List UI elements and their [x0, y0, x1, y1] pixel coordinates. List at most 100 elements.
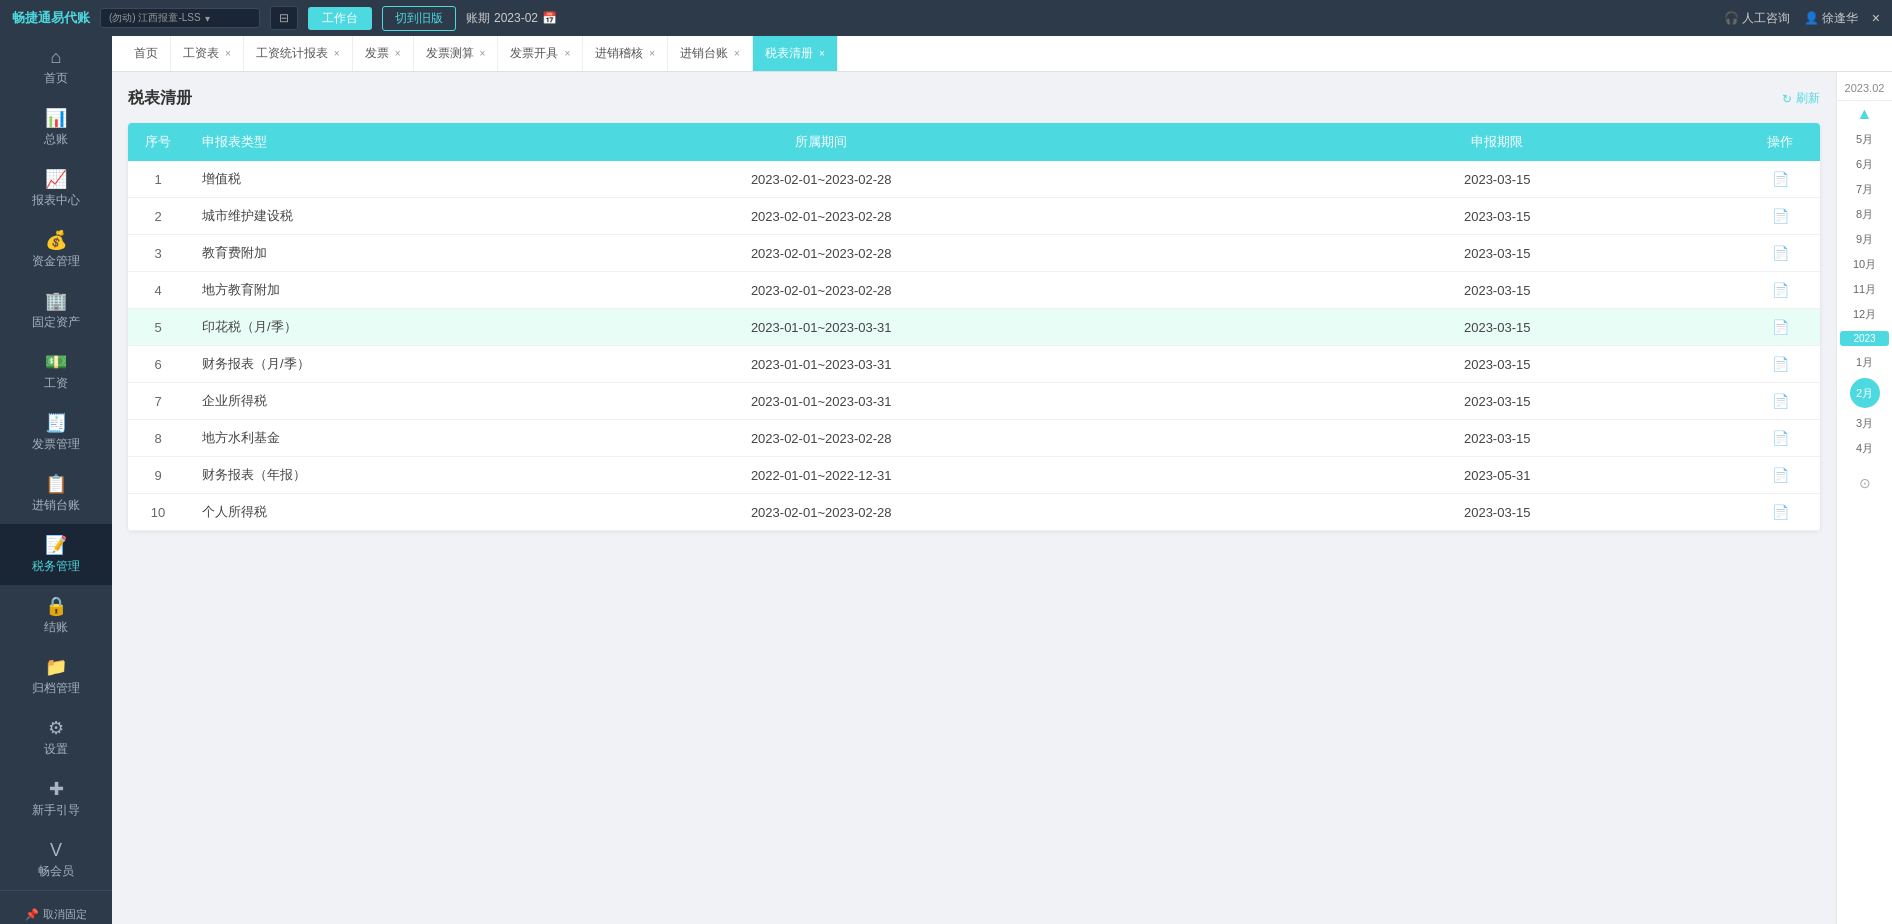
- view-icon[interactable]: 📄: [1772, 504, 1789, 520]
- tab-close-icon[interactable]: ×: [819, 48, 825, 59]
- sidebar-item-settings[interactable]: ⚙ 设置: [0, 707, 112, 768]
- cell-deadline: 2023-03-15: [1254, 383, 1740, 420]
- timeline-month-3[interactable]: 3月: [1837, 411, 1892, 436]
- timeline-month-7[interactable]: 7月: [1837, 177, 1892, 202]
- timeline-month-4[interactable]: 4月: [1837, 436, 1892, 461]
- tab-purchase-review[interactable]: 进销稽核 ×: [583, 36, 668, 72]
- timeline-month-6[interactable]: 6月: [1837, 152, 1892, 177]
- cell-no: 3: [128, 235, 188, 272]
- ledger-icon: 📊: [45, 109, 67, 127]
- cell-period: 2023-02-01~2023-02-28: [388, 198, 1254, 235]
- tab-purchase-ledger[interactable]: 进销台账 ×: [668, 36, 753, 72]
- cell-deadline: 2023-03-15: [1254, 309, 1740, 346]
- user-avatar-icon: 👤: [1804, 11, 1819, 25]
- tab-close-icon[interactable]: ×: [480, 48, 486, 59]
- tab-tax-clearance[interactable]: 税表清册 ×: [753, 36, 838, 72]
- sidebar-item-salary[interactable]: 💵 工资: [0, 341, 112, 402]
- cell-deadline: 2023-03-15: [1254, 346, 1740, 383]
- sidebar-item-fixed-asset[interactable]: 🏢 固定资产: [0, 280, 112, 341]
- top-bar: 畅捷通易代账 (勿动) 江西报童-LSS ▾ ⊟ 工作台 切到旧版 账期 202…: [0, 0, 1892, 36]
- pin-button[interactable]: 📌 取消固定: [0, 901, 112, 924]
- timeline-month-8[interactable]: 8月: [1837, 202, 1892, 227]
- sidebar-item-ledger[interactable]: 📊 总账: [0, 97, 112, 158]
- col-header-type: 申报表类型: [188, 123, 388, 161]
- cell-period: 2022-01-01~2022-12-31: [388, 457, 1254, 494]
- col-header-action: 操作: [1740, 123, 1820, 161]
- timeline-up-button[interactable]: ▲: [1857, 101, 1873, 127]
- sidebar: ⌂ 首页 📊 总账 📈 报表中心 💰 资金管理 🏢 固定资产 💵 工资 🧾 发票…: [0, 36, 112, 924]
- sidebar-item-purchase-sales[interactable]: 📋 进销台账: [0, 463, 112, 524]
- sidebar-item-report[interactable]: 📈 报表中心: [0, 158, 112, 219]
- vip-icon: V: [50, 841, 62, 859]
- tab-salary-stats[interactable]: 工资统计报表 ×: [244, 36, 353, 72]
- tab-salary-table[interactable]: 工资表 ×: [171, 36, 244, 72]
- tab-close-icon[interactable]: ×: [564, 48, 570, 59]
- table-row: 5印花税（月/季）2023-01-01~2023-03-312023-03-15…: [128, 309, 1820, 346]
- cell-no: 2: [128, 198, 188, 235]
- timeline-month-1[interactable]: 1月: [1837, 350, 1892, 375]
- tab-invoice-calc[interactable]: 发票测算 ×: [414, 36, 499, 72]
- view-icon[interactable]: 📄: [1772, 467, 1789, 483]
- sidebar-item-archive[interactable]: 📁 归档管理: [0, 646, 112, 707]
- sidebar-item-vip[interactable]: V 畅会员: [0, 829, 112, 890]
- sidebar-item-invoice[interactable]: 🧾 发票管理: [0, 402, 112, 463]
- tab-close-icon[interactable]: ×: [225, 48, 231, 59]
- sidebar-label-purchase-sales: 进销台账: [32, 497, 80, 514]
- tab-close-icon[interactable]: ×: [649, 48, 655, 59]
- content-area: 首页 工资表 × 工资统计报表 × 发票 × 发票测算 × 发票开具 ×: [112, 36, 1892, 924]
- calendar-icon[interactable]: 📅: [542, 11, 557, 25]
- cell-type: 地方水利基金: [188, 420, 388, 457]
- company-selector[interactable]: (勿动) 江西报童-LSS ▾: [100, 8, 260, 28]
- timeline-month-11[interactable]: 11月: [1837, 277, 1892, 302]
- view-icon[interactable]: 📄: [1772, 171, 1789, 187]
- view-icon[interactable]: 📄: [1772, 430, 1789, 446]
- table-row: 7企业所得税2023-01-01~2023-03-312023-03-15📄: [128, 383, 1820, 420]
- tab-home[interactable]: 首页: [122, 36, 171, 72]
- timeline-month-5[interactable]: 5月: [1837, 127, 1892, 152]
- cell-type: 教育费附加: [188, 235, 388, 272]
- view-icon[interactable]: 📄: [1772, 393, 1789, 409]
- view-icon[interactable]: 📄: [1772, 245, 1789, 261]
- copy-icon[interactable]: ⊟: [270, 6, 298, 30]
- guide-icon: ✚: [49, 780, 64, 798]
- close-icon[interactable]: ×: [1872, 10, 1880, 26]
- timeline-month-12[interactable]: 12月: [1837, 302, 1892, 327]
- tab-salary-stats-label: 工资统计报表: [256, 45, 328, 62]
- cell-no: 10: [128, 494, 188, 531]
- sidebar-item-tax[interactable]: 📝 税务管理: [0, 524, 112, 585]
- cell-action: 📄: [1740, 383, 1820, 420]
- tax-table: 序号 申报表类型 所属期间 申报期限 操作 1增值税2023-02-01~202…: [128, 123, 1820, 531]
- timeline-collapse-button[interactable]: ⊙: [1859, 471, 1871, 495]
- cell-deadline: 2023-03-15: [1254, 272, 1740, 309]
- view-icon[interactable]: 📄: [1772, 319, 1789, 335]
- sidebar-label-archive: 归档管理: [32, 680, 80, 697]
- table-row: 9财务报表（年报）2022-01-01~2022-12-312023-05-31…: [128, 457, 1820, 494]
- tab-invoice[interactable]: 发票 ×: [353, 36, 414, 72]
- close-period-icon: 🔒: [45, 597, 67, 615]
- cell-no: 1: [128, 161, 188, 198]
- timeline-month-10[interactable]: 10月: [1837, 252, 1892, 277]
- cell-no: 7: [128, 383, 188, 420]
- switch-old-button[interactable]: 切到旧版: [382, 6, 456, 31]
- sidebar-item-close[interactable]: 🔒 结账: [0, 585, 112, 646]
- sidebar-item-guide[interactable]: ✚ 新手引导: [0, 768, 112, 829]
- table-row: 6财务报表（月/季）2023-01-01~2023-03-312023-03-1…: [128, 346, 1820, 383]
- sidebar-item-home[interactable]: ⌂ 首页: [0, 36, 112, 97]
- view-icon[interactable]: 📄: [1772, 356, 1789, 372]
- sidebar-label-report: 报表中心: [32, 192, 80, 209]
- tab-close-icon[interactable]: ×: [395, 48, 401, 59]
- timeline-month-2-active[interactable]: 2月: [1850, 378, 1880, 408]
- ai-service-link[interactable]: 🎧 人工咨询: [1724, 10, 1790, 27]
- view-icon[interactable]: 📄: [1772, 282, 1789, 298]
- tab-close-icon[interactable]: ×: [734, 48, 740, 59]
- timeline-month-9[interactable]: 9月: [1837, 227, 1892, 252]
- view-icon[interactable]: 📄: [1772, 208, 1789, 224]
- user-profile-link[interactable]: 👤 徐逢华: [1804, 10, 1858, 27]
- sidebar-item-fund[interactable]: 💰 资金管理: [0, 219, 112, 280]
- tab-close-icon[interactable]: ×: [334, 48, 340, 59]
- tab-invoice-open[interactable]: 发票开具 ×: [498, 36, 583, 72]
- cell-no: 4: [128, 272, 188, 309]
- refresh-button[interactable]: ↻ 刷新: [1782, 90, 1820, 107]
- timeline-header: 2023.02: [1837, 78, 1892, 101]
- workbench-button[interactable]: 工作台: [308, 7, 372, 30]
